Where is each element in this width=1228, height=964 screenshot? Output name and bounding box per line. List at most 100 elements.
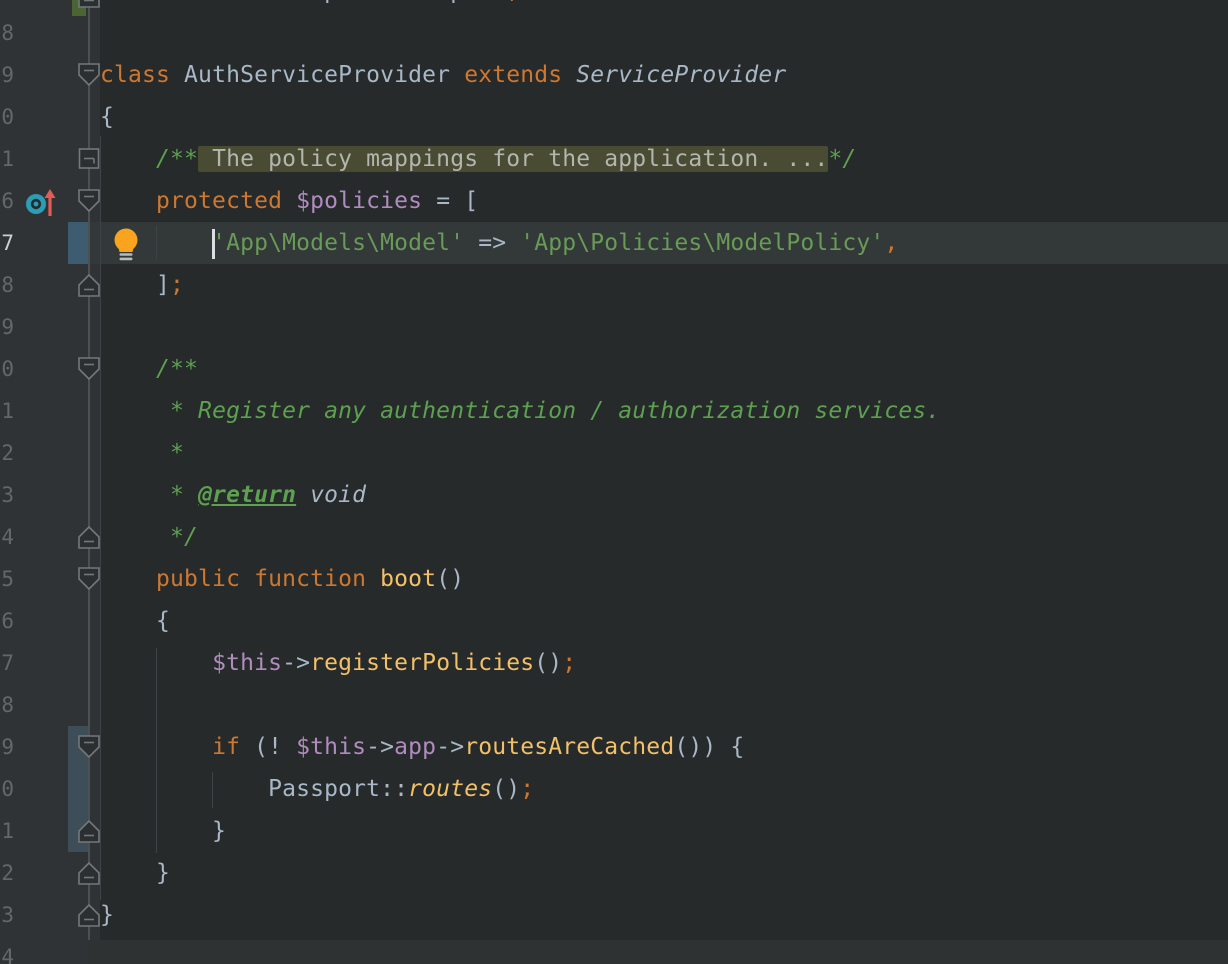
code-token: * — [170, 482, 199, 508]
line-number[interactable]: 23 — [0, 474, 14, 516]
line-number[interactable]: 20 — [0, 348, 14, 390]
code-token: extends — [464, 62, 563, 88]
code-token: ; — [170, 272, 185, 298]
code-token: -> — [366, 734, 395, 760]
code-token: boot — [380, 566, 437, 592]
code-line[interactable]: /** The policy mappings for the applicat… — [88, 138, 1228, 180]
code-line[interactable]: use Laravel\Passport\Passport; — [88, 0, 1228, 12]
code-line[interactable]: class AuthServiceProvider extends Servic… — [88, 54, 1228, 96]
code-token: */ — [170, 524, 199, 550]
code-token: app — [394, 734, 437, 760]
line-number[interactable]: 29 — [0, 726, 14, 768]
code-token: use — [100, 0, 142, 4]
line-number[interactable]: 22 — [0, 432, 14, 474]
code-line[interactable]: ]; — [88, 264, 1228, 306]
hscrollbar-track[interactable] — [88, 940, 1228, 964]
code-token: class — [100, 62, 171, 88]
code-line[interactable] — [88, 684, 1228, 726]
code-line[interactable]: $this->registerPolicies(); — [88, 642, 1228, 684]
code-token: routes — [408, 776, 493, 802]
line-number[interactable]: 16 — [0, 180, 14, 222]
line-number[interactable]: 9 — [0, 54, 14, 96]
line-number[interactable]: 10 — [0, 96, 14, 138]
override-up-icon[interactable] — [25, 188, 57, 218]
line-number[interactable]: 27 — [0, 642, 14, 684]
line-number[interactable]: 31 — [0, 810, 14, 852]
code-line[interactable]: /** — [88, 348, 1228, 390]
code-line[interactable]: protected $policies = [ — [88, 180, 1228, 222]
code-editor: 7891011161718192021222324252627282930313… — [0, 0, 1228, 964]
line-number[interactable]: 28 — [0, 684, 14, 726]
code-token: * Register any authentication / authoriz… — [170, 398, 941, 424]
code-token: Laravel\Passport\Passport — [142, 0, 506, 4]
code-token: -> — [436, 734, 465, 760]
code-token: routesAreCached — [464, 734, 675, 760]
code-token: ServiceProvider — [562, 62, 787, 88]
code-token: = [ — [422, 188, 479, 214]
code-token: { — [100, 608, 171, 634]
code-line[interactable]: 'App\Models\Model' => 'App\Policies\Mode… — [88, 222, 1228, 264]
line-number[interactable]: 21 — [0, 390, 14, 432]
code-line[interactable]: public function boot() — [88, 558, 1228, 600]
code-line[interactable]: Passport::routes(); — [88, 768, 1228, 810]
code-token: ; — [562, 650, 577, 676]
line-number[interactable]: 19 — [0, 306, 14, 348]
line-number[interactable]: 24 — [0, 516, 14, 558]
code-line[interactable]: * — [88, 432, 1228, 474]
code-token: $this — [296, 734, 367, 760]
intention-bulb-icon[interactable] — [113, 227, 139, 263]
code-token: () — [534, 650, 563, 676]
folded-comment-chip[interactable]: The policy mappings for the application.… — [198, 146, 829, 172]
code-line[interactable] — [88, 306, 1228, 348]
line-number[interactable]: 32 — [0, 852, 14, 894]
code-token: */ — [828, 146, 857, 172]
code-line[interactable]: { — [88, 600, 1228, 642]
code-token: => — [464, 230, 521, 256]
code-token: (! — [240, 734, 297, 760]
code-line[interactable]: } — [88, 852, 1228, 894]
line-number[interactable]: 7 — [0, 0, 14, 12]
code-token: { — [100, 104, 115, 130]
line-number[interactable]: 11 — [0, 138, 14, 180]
line-number[interactable]: 17 — [0, 222, 14, 264]
code-token: 'App\Models\Model' — [212, 230, 465, 256]
code-token: protected — [156, 188, 283, 214]
code-line[interactable] — [88, 12, 1228, 54]
code-token: ()) { — [674, 734, 745, 760]
code-token: AuthServiceProvider — [170, 62, 465, 88]
line-number[interactable]: 34 — [0, 936, 14, 964]
line-number[interactable]: 25 — [0, 558, 14, 600]
code-token: registerPolicies — [310, 650, 535, 676]
code-line[interactable]: } — [88, 810, 1228, 852]
code-line[interactable]: * Register any authentication / authoriz… — [88, 390, 1228, 432]
line-number[interactable]: 33 — [0, 894, 14, 936]
caret — [212, 229, 215, 259]
code-line[interactable]: * @return void — [88, 474, 1228, 516]
code-token: @return — [198, 482, 297, 508]
code-line[interactable]: */ — [88, 516, 1228, 558]
code-token: /** — [156, 146, 199, 172]
code-token: void — [296, 482, 367, 508]
line-number[interactable]: 18 — [0, 264, 14, 306]
code-line[interactable]: if (! $this->app->routesAreCached()) { — [88, 726, 1228, 768]
line-number[interactable]: 26 — [0, 600, 14, 642]
line-number[interactable]: 8 — [0, 12, 14, 54]
caret-line-gutter-marker — [68, 222, 88, 264]
code-token: if — [212, 734, 241, 760]
code-line[interactable]: { — [88, 96, 1228, 138]
code-token: $this — [212, 650, 283, 676]
code-token: $policies — [282, 188, 423, 214]
line-number[interactable]: 30 — [0, 768, 14, 810]
code-token: * — [170, 440, 185, 466]
code-line[interactable]: } — [88, 894, 1228, 936]
code-token: } — [100, 860, 171, 886]
